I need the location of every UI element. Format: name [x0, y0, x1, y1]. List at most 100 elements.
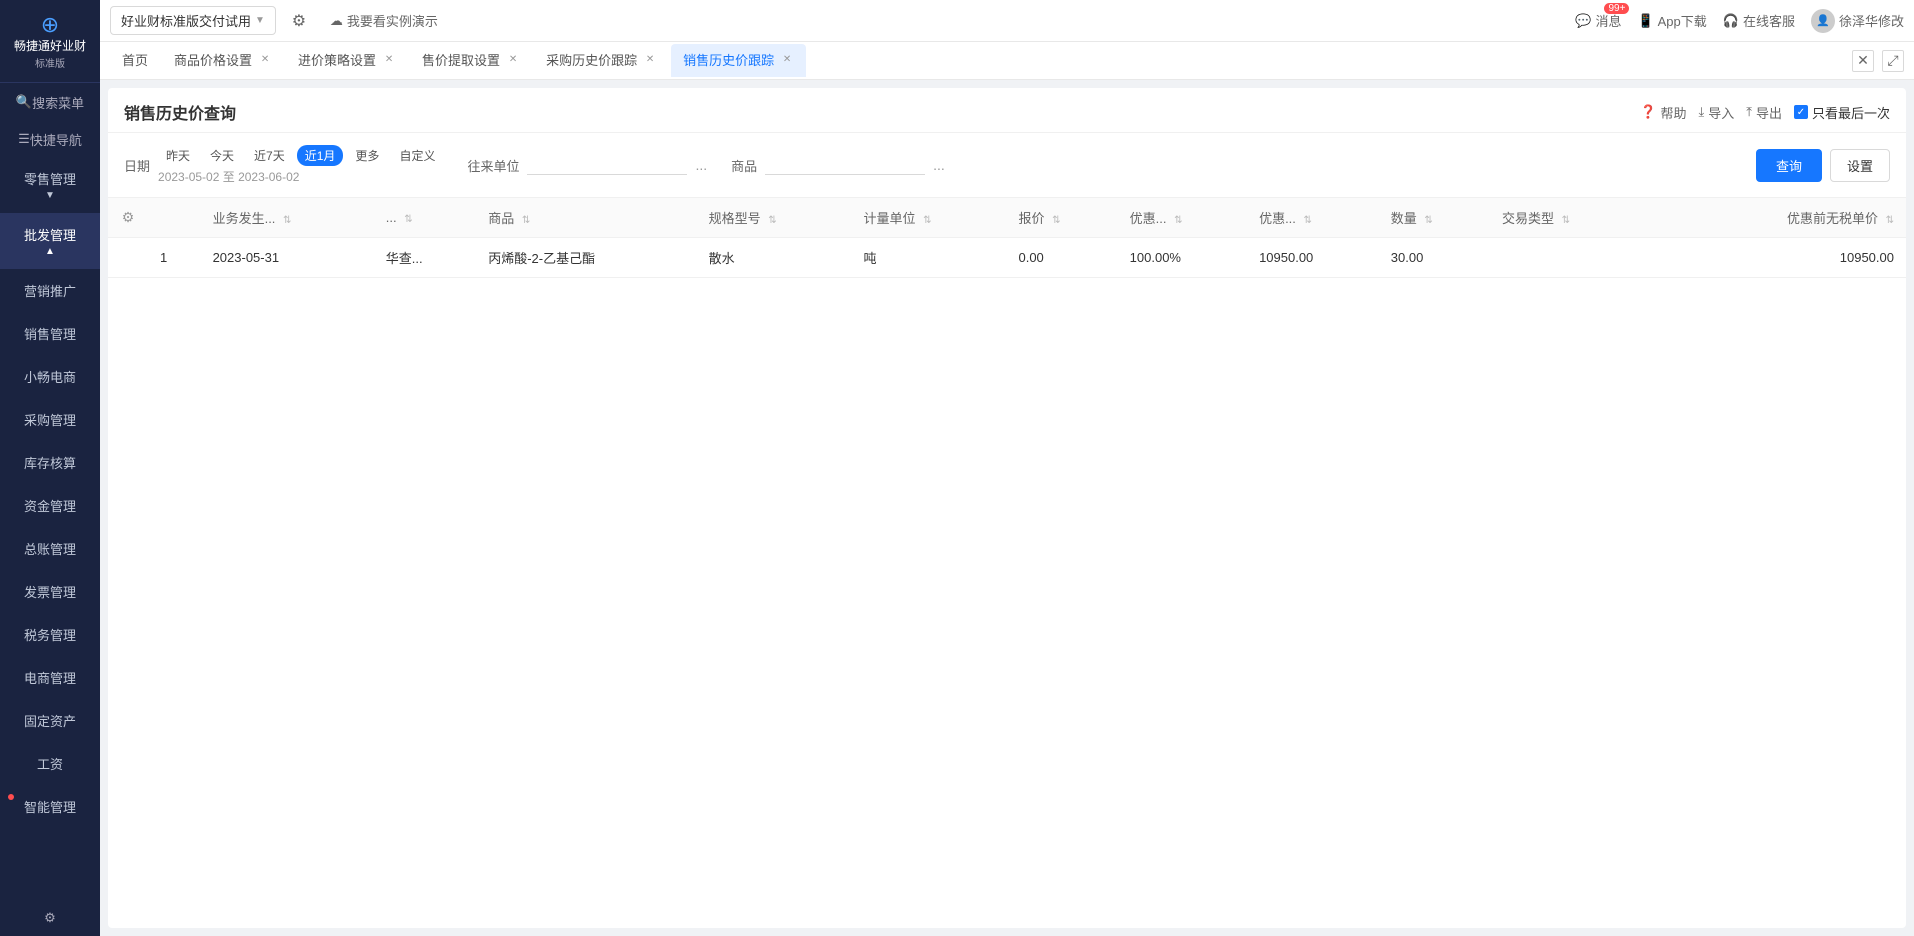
- sidebar-item-accounting[interactable]: 总账管理: [0, 527, 100, 570]
- main-area: 好业财标准版交付试用 ▼ ⚙ ☁ 我要看实例演示 💬 消息 99+ 📱 App下…: [100, 0, 1914, 936]
- tab-close-product-price[interactable]: ✕: [258, 53, 272, 67]
- tab-sale-history[interactable]: 销售历史价跟踪 ✕: [671, 44, 806, 77]
- th-trade-type[interactable]: 交易类型 ⇅: [1490, 198, 1645, 238]
- app-title: 畅捷通好业财: [8, 38, 92, 55]
- sidebar-item-search[interactable]: 🔍 搜索菜单: [0, 83, 100, 122]
- tab-sale-extract[interactable]: 售价提取设置 ✕: [410, 44, 532, 77]
- settings-icon: ⚙: [44, 910, 56, 925]
- table-header-row: ⚙ 业务发生... ⇅ ... ⇅ 商品 ⇅: [108, 198, 1906, 238]
- marketing-label: 营销推广: [24, 281, 76, 300]
- sidebar-item-invoice[interactable]: 发票管理: [0, 570, 100, 613]
- th-quantity[interactable]: 数量 ⇅: [1379, 198, 1490, 238]
- source-unit-label: 往来单位: [467, 156, 519, 175]
- date-options: 昨天 今天 近7天 近1月 更多 自定义: [158, 145, 443, 166]
- sidebar-item-marketing[interactable]: 营销推广: [0, 269, 100, 312]
- sidebar-item-wholesale[interactable]: 批发管理 ▲: [0, 213, 100, 269]
- sidebar: ⊕ 畅捷通好业财 标准版 🔍 搜索菜单 ☰ 快捷导航 零售管理 ▼ 批发管理 ▲…: [0, 0, 100, 936]
- td-product: 丙烯酸-2-乙基己酯: [476, 238, 696, 278]
- sales-label: 销售管理: [24, 324, 76, 343]
- sidebar-item-finance[interactable]: 资金管理: [0, 484, 100, 527]
- export-button[interactable]: ⤒ 导出: [1746, 103, 1782, 122]
- tab-close-sale-history[interactable]: ✕: [780, 53, 794, 67]
- page-actions: ❓ 帮助 ⤓ 导入 ⤒ 导出 只看最后一次: [1640, 103, 1890, 122]
- th-biz-date[interactable]: 业务发生... ⇅: [201, 198, 374, 238]
- workspace-settings-button[interactable]: ⚙: [284, 6, 314, 36]
- search-icon: 🔍: [16, 94, 32, 110]
- source-unit-input[interactable]: [527, 155, 687, 175]
- messages-button[interactable]: 💬 消息 99+: [1575, 11, 1621, 30]
- date-last7[interactable]: 近7天: [246, 145, 293, 166]
- sidebar-item-inventory[interactable]: 库存核算: [0, 441, 100, 484]
- app-download-button[interactable]: 📱 App下载: [1637, 11, 1706, 30]
- tab-close-window-button[interactable]: ✕: [1852, 50, 1874, 72]
- workspace-selector[interactable]: 好业财标准版交付试用 ▼: [110, 6, 276, 35]
- sort-icon-price: ⇅: [1052, 215, 1060, 226]
- sidebar-settings[interactable]: ⚙: [0, 900, 100, 936]
- sort-icon-more: ⇅: [404, 214, 412, 225]
- sidebar-item-assets[interactable]: 固定资产: [0, 699, 100, 742]
- sidebar-item-smart[interactable]: 智能管理: [0, 785, 100, 828]
- sidebar-item-ecommerce[interactable]: 电商管理: [0, 656, 100, 699]
- table-settings-icon[interactable]: ⚙: [122, 209, 135, 225]
- product-input[interactable]: [765, 155, 925, 175]
- th-discount1[interactable]: 优惠... ⇅: [1118, 198, 1247, 238]
- nav-icon: ☰: [18, 131, 30, 147]
- tab-purchase-history[interactable]: 采购历史价跟踪 ✕: [534, 44, 669, 77]
- td-spec: 散水: [697, 238, 852, 278]
- xiaochang-label: 小畅电商: [24, 367, 76, 386]
- invoice-label: 发票管理: [24, 582, 76, 601]
- filter-bar: 日期 昨天 今天 近7天 近1月 更多 自定义 2023-05-02 至 202…: [108, 133, 1906, 198]
- sidebar-item-retail[interactable]: 零售管理 ▼: [0, 157, 100, 213]
- td-biz-date: 2023-05-31: [201, 238, 374, 278]
- setting-button[interactable]: 设置: [1830, 149, 1890, 182]
- user-menu-button[interactable]: 👤 徐泽华修改: [1811, 9, 1904, 33]
- date-filter-group: 日期 昨天 今天 近7天 近1月 更多 自定义 2023-05-02 至 202…: [124, 145, 443, 185]
- th-pretax-price[interactable]: 优惠前无税单价 ⇅: [1685, 198, 1906, 238]
- date-yesterday[interactable]: 昨天: [158, 145, 198, 166]
- product-filter-group: 商品 ...: [731, 155, 945, 175]
- help-button[interactable]: ❓ 帮助: [1640, 103, 1686, 122]
- sidebar-item-payroll[interactable]: 工资: [0, 742, 100, 785]
- sort-icon-unit: ⇅: [923, 215, 931, 226]
- online-service-button[interactable]: 🎧 在线客服: [1723, 11, 1795, 30]
- td-unit: 吨: [852, 238, 1007, 278]
- retail-label: 零售管理: [24, 169, 76, 188]
- date-custom[interactable]: 自定义: [391, 145, 443, 166]
- tab-home[interactable]: 首页: [110, 44, 160, 77]
- smart-dot: [8, 794, 14, 800]
- last-only-checkbox[interactable]: 只看最后一次: [1794, 103, 1890, 122]
- tab-product-price[interactable]: 商品价格设置 ✕: [162, 44, 284, 77]
- td-gear: [108, 238, 148, 278]
- th-price[interactable]: 报价 ⇅: [1006, 198, 1117, 238]
- sidebar-item-purchase[interactable]: 采购管理: [0, 398, 100, 441]
- tab-purchase-strategy[interactable]: 进价策略设置 ✕: [286, 44, 408, 77]
- tab-close-sale-extract[interactable]: ✕: [506, 53, 520, 67]
- source-unit-more-icon[interactable]: ...: [695, 157, 707, 173]
- td-index: 1: [148, 238, 201, 278]
- avatar: 👤: [1811, 9, 1835, 33]
- date-today[interactable]: 今天: [202, 145, 242, 166]
- tab-expand-button[interactable]: ⤢: [1882, 50, 1904, 72]
- date-last1m[interactable]: 近1月: [297, 145, 344, 166]
- th-product[interactable]: 商品 ⇅: [476, 198, 696, 238]
- sidebar-item-xiaochang[interactable]: 小畅电商: [0, 355, 100, 398]
- content-area: 销售历史价查询 ❓ 帮助 ⤓ 导入 ⤒ 导出 只看最后一次: [108, 88, 1906, 928]
- date-more[interactable]: 更多: [347, 145, 387, 166]
- sidebar-item-tax[interactable]: 税务管理: [0, 613, 100, 656]
- export-icon: ⤒: [1746, 104, 1752, 120]
- demo-button[interactable]: ☁ 我要看实例演示: [330, 11, 438, 30]
- th-more[interactable]: ... ⇅: [374, 198, 476, 238]
- import-button[interactable]: ⤓ 导入: [1698, 103, 1734, 122]
- th-discount2[interactable]: 优惠... ⇅: [1247, 198, 1379, 238]
- th-unit[interactable]: 计量单位 ⇅: [852, 198, 1007, 238]
- tab-close-purchase-history[interactable]: ✕: [643, 53, 657, 67]
- app-subtitle: 标准版: [8, 55, 92, 70]
- product-more-icon[interactable]: ...: [933, 157, 945, 173]
- sidebar-item-sales[interactable]: 销售管理: [0, 312, 100, 355]
- query-button[interactable]: 查询: [1756, 149, 1822, 182]
- th-spec[interactable]: 规格型号 ⇅: [697, 198, 852, 238]
- sidebar-item-quick-nav[interactable]: ☰ 快捷导航: [0, 122, 100, 157]
- th-index: [148, 198, 201, 238]
- tab-close-purchase-strategy[interactable]: ✕: [382, 53, 396, 67]
- wholesale-arrow: ▲: [45, 246, 55, 257]
